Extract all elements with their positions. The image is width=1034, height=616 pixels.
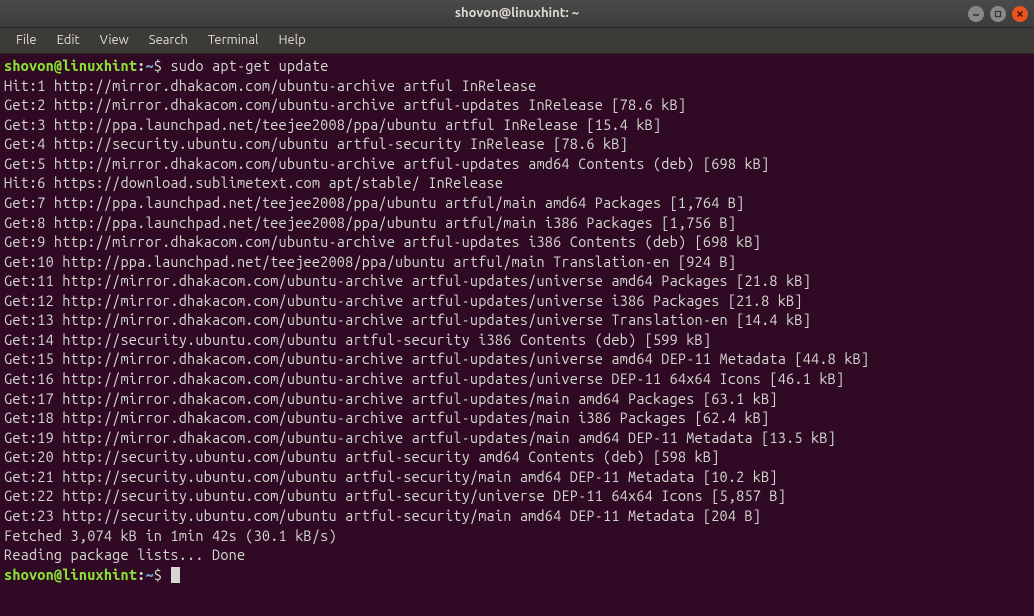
close-button[interactable] (1012, 6, 1028, 22)
close-icon (1016, 10, 1024, 18)
maximize-icon (994, 10, 1002, 18)
output-line: Get:3 http://ppa.launchpad.net/teejee200… (4, 115, 1030, 135)
prompt-dollar: $ (154, 566, 162, 583)
maximize-button[interactable] (990, 6, 1006, 22)
output-line: Get:11 http://mirror.dhakacom.com/ubuntu… (4, 271, 1030, 291)
prompt-dollar: $ (154, 57, 162, 74)
prompt-line-2: shovon@linuxhint:~$ (4, 565, 1030, 585)
minimize-icon (972, 10, 980, 18)
command-text: sudo apt-get update (170, 57, 328, 74)
output-line: Get:15 http://mirror.dhakacom.com/ubuntu… (4, 349, 1030, 369)
prompt-path: ~ (145, 566, 153, 583)
prompt-user: shovon@linuxhint (4, 57, 137, 74)
terminal-output[interactable]: shovon@linuxhint:~$ sudo apt-get update … (0, 54, 1034, 616)
output-line: Get:13 http://mirror.dhakacom.com/ubuntu… (4, 310, 1030, 330)
cursor (171, 567, 180, 583)
output-line: Get:23 http://security.ubuntu.com/ubuntu… (4, 506, 1030, 526)
output-line: Get:17 http://mirror.dhakacom.com/ubuntu… (4, 389, 1030, 409)
output-line: Get:8 http://ppa.launchpad.net/teejee200… (4, 213, 1030, 233)
output-lines: Hit:1 http://mirror.dhakacom.com/ubuntu-… (4, 76, 1030, 565)
output-line: Get:9 http://mirror.dhakacom.com/ubuntu-… (4, 232, 1030, 252)
output-line: Get:5 http://mirror.dhakacom.com/ubuntu-… (4, 154, 1030, 174)
output-line: Get:16 http://mirror.dhakacom.com/ubuntu… (4, 369, 1030, 389)
window-controls (968, 6, 1028, 22)
output-line: Get:21 http://security.ubuntu.com/ubuntu… (4, 467, 1030, 487)
menu-file[interactable]: File (6, 29, 47, 53)
menu-terminal[interactable]: Terminal (198, 29, 269, 53)
menu-search[interactable]: Search (139, 29, 198, 53)
terminal-window: shovon@linuxhint: ~ File Edit View Searc… (0, 0, 1034, 616)
prompt-user: shovon@linuxhint (4, 566, 137, 583)
menu-edit[interactable]: Edit (47, 29, 90, 53)
prompt-line: shovon@linuxhint:~$ sudo apt-get update (4, 56, 1030, 76)
menu-view[interactable]: View (90, 29, 139, 53)
output-line: Reading package lists... Done (4, 545, 1030, 565)
output-line: Get:4 http://security.ubuntu.com/ubuntu … (4, 134, 1030, 154)
output-line: Get:20 http://security.ubuntu.com/ubuntu… (4, 447, 1030, 467)
minimize-button[interactable] (968, 6, 984, 22)
output-line: Hit:6 https://download.sublimetext.com a… (4, 173, 1030, 193)
output-line: Get:12 http://mirror.dhakacom.com/ubuntu… (4, 291, 1030, 311)
titlebar: shovon@linuxhint: ~ (0, 0, 1034, 28)
window-title: shovon@linuxhint: ~ (455, 5, 579, 23)
output-line: Get:22 http://security.ubuntu.com/ubuntu… (4, 486, 1030, 506)
output-line: Fetched 3,074 kB in 1min 42s (30.1 kB/s) (4, 526, 1030, 546)
menu-help[interactable]: Help (268, 29, 315, 53)
output-line: Get:14 http://security.ubuntu.com/ubuntu… (4, 330, 1030, 350)
output-line: Get:19 http://mirror.dhakacom.com/ubuntu… (4, 428, 1030, 448)
output-line: Get:7 http://ppa.launchpad.net/teejee200… (4, 193, 1030, 213)
output-line: Get:2 http://mirror.dhakacom.com/ubuntu-… (4, 95, 1030, 115)
prompt-path: ~ (145, 57, 153, 74)
output-line: Hit:1 http://mirror.dhakacom.com/ubuntu-… (4, 76, 1030, 96)
menubar: File Edit View Search Terminal Help (0, 28, 1034, 54)
output-line: Get:10 http://ppa.launchpad.net/teejee20… (4, 252, 1030, 272)
output-line: Get:18 http://mirror.dhakacom.com/ubuntu… (4, 408, 1030, 428)
